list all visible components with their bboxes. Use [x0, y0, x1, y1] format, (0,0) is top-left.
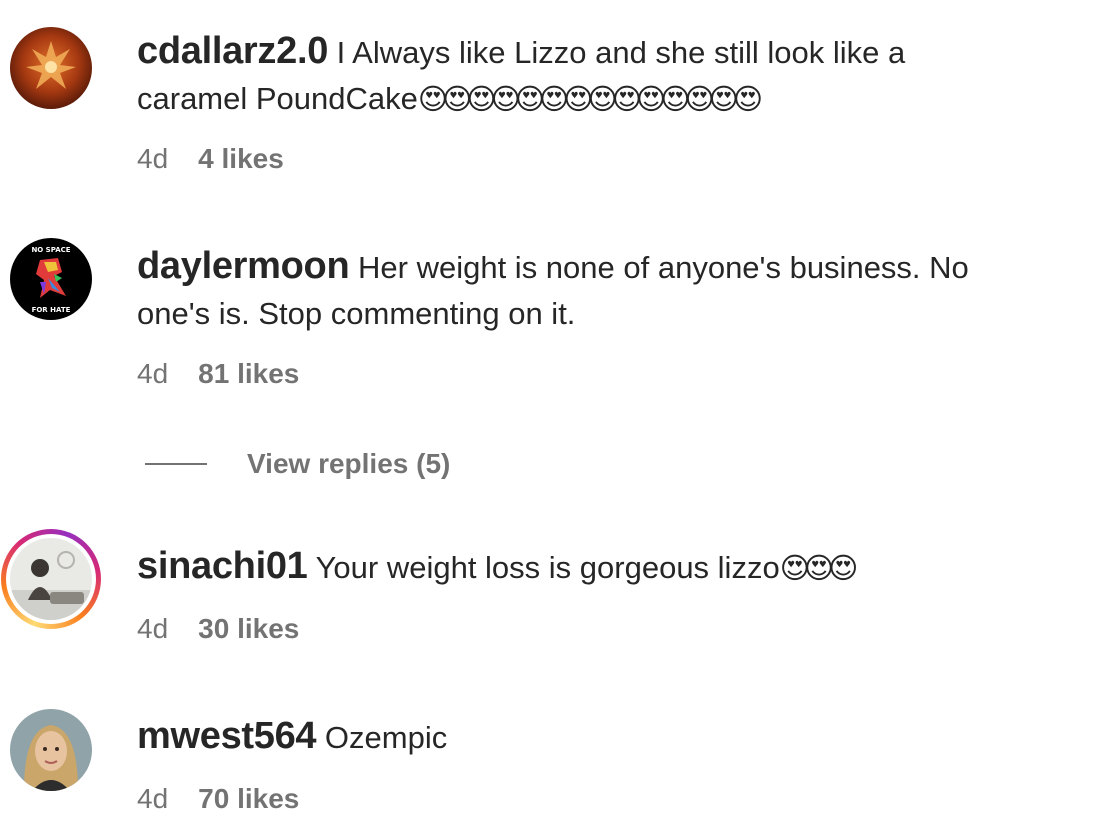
comment-text: Your weight loss is gorgeous lizzo — [315, 550, 780, 585]
username-link[interactable]: cdallarz2.0 — [137, 30, 328, 72]
replies-divider-line — [145, 463, 207, 465]
no-space-for-hate-avatar-icon: NO SPACE FOR HATE — [10, 238, 92, 320]
comment-text-cont: one's is. Stop commenting on it. — [137, 296, 576, 331]
username-link[interactable]: mwest564 — [137, 715, 317, 757]
comment-meta: 4d 4 likes — [137, 143, 284, 175]
comment-body: cdallarz2.0 I Always like Lizzo and she … — [137, 28, 1112, 122]
comment-text: Ozempic — [324, 720, 448, 755]
timestamp[interactable]: 4d — [137, 783, 168, 814]
timestamp[interactable]: 4d — [137, 143, 168, 174]
avatar-mwest564[interactable] — [10, 709, 92, 791]
comment-meta: 4d 81 likes — [137, 358, 299, 390]
comment-text: I Always like Lizzo and she still look l… — [336, 35, 906, 70]
comment-body: sinachi01 Your weight loss is gorgeous l… — [137, 543, 1112, 591]
likes-count[interactable]: 81 likes — [198, 358, 299, 389]
person-photo-avatar-icon — [10, 538, 92, 620]
avatar-cdallarz[interactable] — [10, 27, 92, 109]
comment-meta: 4d 70 likes — [137, 783, 299, 815]
comment-body: daylermoon Her weight is none of anyone'… — [137, 243, 1112, 337]
story-ring-avatar[interactable] — [1, 529, 101, 629]
woman-photo-avatar-icon — [10, 709, 92, 791]
heart-eyes-emoji-icon: 😍😍😍😍😍😍😍😍😍😍😍😍😍😍 — [417, 82, 763, 116]
timestamp[interactable]: 4d — [137, 613, 168, 644]
view-replies-label: View replies (5) — [247, 448, 451, 479]
comment-meta: 4d 30 likes — [137, 613, 299, 645]
phoenix-avatar-icon — [10, 27, 92, 109]
comment-text: Her weight is none of anyone's business.… — [358, 250, 969, 285]
likes-count[interactable]: 30 likes — [198, 613, 299, 644]
comment-text-cont: caramel PoundCake — [137, 81, 418, 116]
likes-count[interactable]: 4 likes — [198, 143, 284, 174]
avatar-text: NO SPACE — [31, 246, 70, 254]
heart-eyes-emoji-icon: 😍😍😍 — [779, 551, 859, 585]
view-replies-button[interactable]: View replies (5) — [145, 447, 450, 481]
comment-body: mwest564 Ozempic — [137, 713, 1112, 761]
username-link[interactable]: sinachi01 — [137, 545, 308, 587]
avatar-sinachi01 — [10, 538, 92, 620]
avatar-text: FOR HATE — [32, 306, 71, 314]
likes-count[interactable]: 70 likes — [198, 783, 299, 814]
timestamp[interactable]: 4d — [137, 358, 168, 389]
avatar-daylermoon[interactable]: NO SPACE FOR HATE — [10, 238, 92, 320]
username-link[interactable]: daylermoon — [137, 245, 350, 287]
